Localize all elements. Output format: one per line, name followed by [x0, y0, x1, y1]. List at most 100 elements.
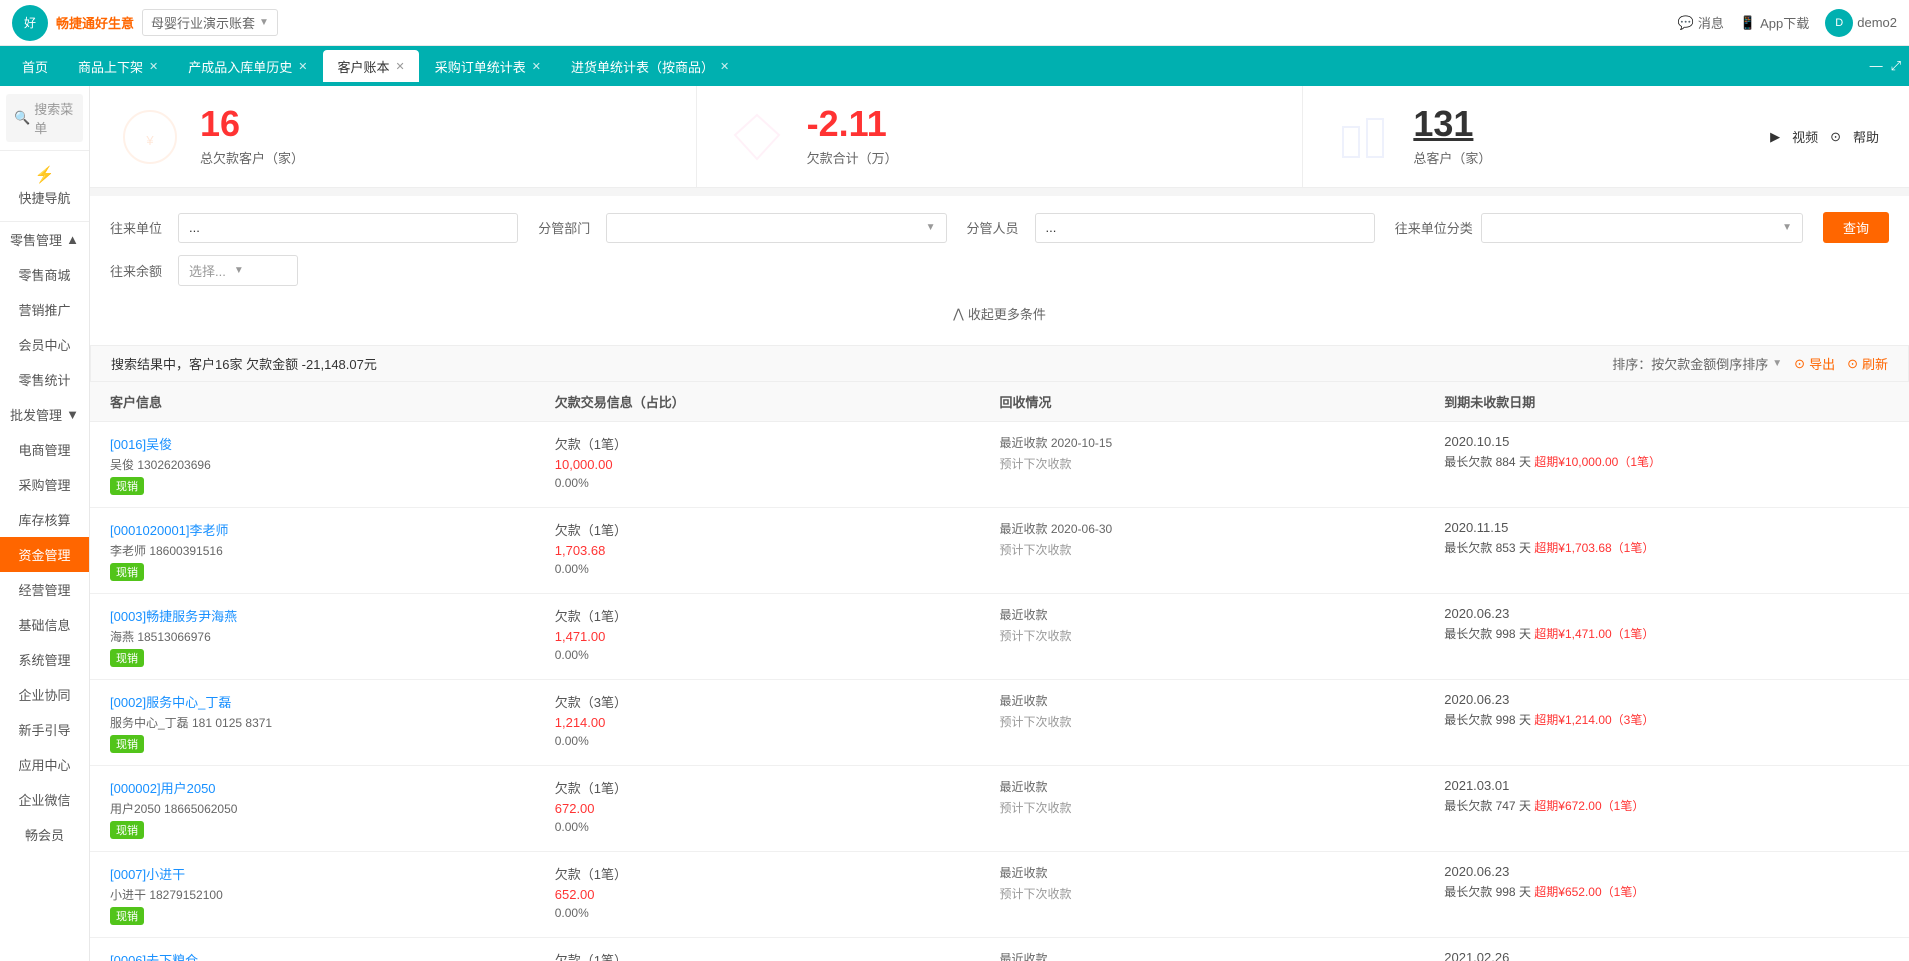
customer-name-link[interactable]: [000002]用户2050 — [110, 781, 216, 796]
tab-ke-hu-close-icon[interactable]: ✕ — [396, 60, 405, 73]
sidebar-item-app-center[interactable]: 应用中心 — [0, 747, 89, 782]
sidebar-item-member[interactable]: 会员中心 — [0, 327, 89, 362]
overdue-amount-link[interactable]: 超期¥10,000.00（1笔） — [1534, 455, 1661, 469]
tab-minimize-icon[interactable]: — — [1870, 58, 1883, 74]
inventory-label: 库存核算 — [18, 510, 70, 529]
customer-name-link[interactable]: [0003]畅捷服务尹海燕 — [110, 609, 237, 624]
sidebar-item-guide[interactable]: 新手引导 — [0, 712, 89, 747]
sidebar-item-retail-mall[interactable]: 零售商城 — [0, 257, 89, 292]
filter-input-unit[interactable]: ... — [178, 213, 518, 243]
tab-jin-huo-close-icon[interactable]: ✕ — [720, 60, 729, 73]
sidebar-item-enterprise[interactable]: 企业协同 — [0, 677, 89, 712]
debt-count: 欠款（1笔） — [555, 434, 1000, 453]
sidebar-item-member-plus[interactable]: 畅会员 — [0, 817, 89, 852]
tab-jin-huo-label: 进货单统计表（按商品） — [571, 57, 714, 76]
collapse-button[interactable]: ⋀ 收起更多条件 — [110, 298, 1889, 329]
filter-input-balance[interactable]: 选择... ▼ — [178, 255, 298, 286]
debt-amount: 1,214.00 — [555, 715, 1000, 730]
tab-home[interactable]: 首页 — [8, 50, 62, 82]
sidebar-item-finance[interactable]: 资金管理 — [0, 537, 89, 572]
customer-name-link[interactable]: [0016]吴俊 — [110, 437, 172, 452]
business-label: 经营管理 — [18, 580, 70, 599]
overdue-amount-link[interactable]: 超期¥652.00（1笔） — [1534, 885, 1644, 899]
guide-label: 新手引导 — [18, 720, 70, 739]
sidebar-item-system[interactable]: 系统管理 — [0, 642, 89, 677]
message-button[interactable]: 💬 消息 — [1678, 13, 1724, 32]
customer-info: [0006]去下粮仓 陈小帅 现销 — [110, 950, 555, 961]
refresh-button[interactable]: ⊙ 刷新 — [1847, 354, 1888, 373]
debt-info: 欠款（1笔） 1,703.68 0.00% — [555, 520, 1000, 576]
filter-select-category[interactable]: ▼ — [1481, 213, 1803, 243]
col-header-expire: 到期未收款日期 — [1444, 392, 1889, 411]
search-box[interactable]: 🔍 搜索菜单 — [6, 94, 83, 142]
sidebar-item-inventory[interactable]: 库存核算 — [0, 502, 89, 537]
table-rows-container: [0016]吴俊 吴俊 13026203696 现销 欠款（1笔） 10,000… — [90, 422, 1909, 961]
customer-info: [0003]畅捷服务尹海燕 海燕 18513066976 现销 — [110, 606, 555, 667]
customer-badge: 现销 — [110, 907, 144, 925]
stat-label-total-customers: 总客户（家） — [1413, 148, 1491, 167]
table-row: [0006]去下粮仓 陈小帅 现销 欠款（1笔） 455.90 0.00% 最近… — [90, 938, 1909, 961]
store-selector[interactable]: 母婴行业演示账套 ▼ — [142, 9, 278, 36]
app-download-button[interactable]: 📱 App下载 — [1740, 13, 1809, 32]
customer-name-link[interactable]: [0006]去下粮仓 — [110, 953, 198, 961]
sidebar-item-marketing[interactable]: 营销推广 — [0, 292, 89, 327]
sidebar-item-purchase[interactable]: 采购管理 — [0, 467, 89, 502]
customer-name-link[interactable]: [0001020001]李老师 — [110, 523, 229, 538]
stat-card-debt-customers: ¥ 16 总欠款客户（家） — [90, 86, 697, 187]
logo-area: 好 畅捷通好生意 母婴行业演示账套 ▼ — [12, 5, 278, 41]
filter-category-chevron-icon: ▼ — [1782, 222, 1792, 233]
sidebar-item-ecommerce[interactable]: 电商管理 — [0, 432, 89, 467]
tab-chan-pin-close-icon[interactable]: ✕ — [298, 60, 307, 73]
export-button[interactable]: ⊙ 导出 — [1794, 354, 1835, 373]
overdue-amount-link[interactable]: 超期¥672.00（1笔） — [1534, 799, 1644, 813]
tab-cai-gou-label: 采购订单统计表 — [435, 57, 526, 76]
quick-nav-icon: ⚡ — [35, 165, 55, 185]
retail-mall-label: 零售商城 — [18, 265, 70, 284]
filter-person-dots: ... — [1046, 220, 1057, 235]
tab-ke-hu-label: 客户账本 — [337, 57, 389, 76]
sidebar-item-retail-stats[interactable]: 零售统计 — [0, 362, 89, 397]
search-button[interactable]: 查询 — [1823, 212, 1889, 243]
debt-amount: 652.00 — [555, 887, 1000, 902]
sort-select[interactable]: 排序：按欠款金额倒序排序 ▼ — [1612, 354, 1782, 373]
tab-cai-gou[interactable]: 采购订单统计表 ✕ — [421, 50, 555, 82]
collect-info: 最近收款 2020-10-15 预计下次收款 — [1000, 434, 1445, 472]
sidebar-item-wholesale[interactable]: 批发管理 ▼ — [0, 397, 89, 432]
collect-info: 最近收款 预计下次收款 — [1000, 864, 1445, 902]
filter-input-person[interactable]: ... — [1035, 213, 1375, 243]
help-icon: ⊙ — [1830, 129, 1841, 145]
results-actions: 排序：按欠款金额倒序排序 ▼ ⊙ 导出 ⊙ 刷新 — [1612, 354, 1888, 373]
overdue-amount-link[interactable]: 超期¥1,471.00（1笔） — [1534, 627, 1654, 641]
tab-jin-huo[interactable]: 进货单统计表（按商品） ✕ — [557, 50, 743, 82]
sidebar-item-basic-info[interactable]: 基础信息 — [0, 607, 89, 642]
sidebar-search[interactable]: 🔍 搜索菜单 — [0, 86, 89, 151]
quick-nav-label: 快捷导航 — [18, 188, 70, 207]
sidebar-item-business[interactable]: 经营管理 — [0, 572, 89, 607]
customer-name-link[interactable]: [0002]服务中心_丁磊 — [110, 695, 231, 710]
tab-shang-pin-close-icon[interactable]: ✕ — [149, 60, 158, 73]
collect-next: 预计下次收款 — [1000, 713, 1445, 730]
tab-chan-pin-label: 产成品入库单历史 — [188, 57, 292, 76]
sidebar-item-wechat[interactable]: 企业微信 — [0, 782, 89, 817]
debt-count: 欠款（1笔） — [555, 778, 1000, 797]
tab-maximize-icon[interactable]: ⤢ — [1891, 58, 1901, 74]
user-menu[interactable]: D demo2 — [1825, 9, 1897, 37]
sidebar-item-quick-nav[interactable]: ⚡ 快捷导航 — [0, 157, 89, 215]
tab-shang-pin[interactable]: 商品上下架 ✕ — [64, 50, 172, 82]
customer-badge: 现销 — [110, 821, 144, 839]
overdue-amount-link[interactable]: 超期¥1,214.00（3笔） — [1534, 713, 1654, 727]
member-plus-label: 畅会员 — [25, 825, 64, 844]
expire-date: 2021.02.26 — [1444, 950, 1889, 961]
content-area: ¥ 16 总欠款客户（家） -2.11 欠款合计（万） — [90, 86, 1909, 961]
sidebar-item-retail-manage[interactable]: 零售管理 ▲ — [0, 222, 89, 257]
customer-phone: 吴俊 13026203696 — [110, 456, 555, 473]
customer-name-link[interactable]: [0007]小进干 — [110, 867, 185, 882]
table-row: [0016]吴俊 吴俊 13026203696 现销 欠款（1笔） 10,000… — [90, 422, 1909, 508]
tab-chan-pin[interactable]: 产成品入库单历史 ✕ — [174, 50, 321, 82]
filter-select-dept[interactable]: ▼ — [606, 213, 946, 243]
debt-amount: 1,471.00 — [555, 629, 1000, 644]
overdue-amount-link[interactable]: 超期¥1,703.68（1笔） — [1534, 541, 1654, 555]
debt-percent: 0.00% — [555, 906, 1000, 920]
tab-ke-hu[interactable]: 客户账本 ✕ — [323, 50, 418, 82]
tab-cai-gou-close-icon[interactable]: ✕ — [532, 60, 541, 73]
